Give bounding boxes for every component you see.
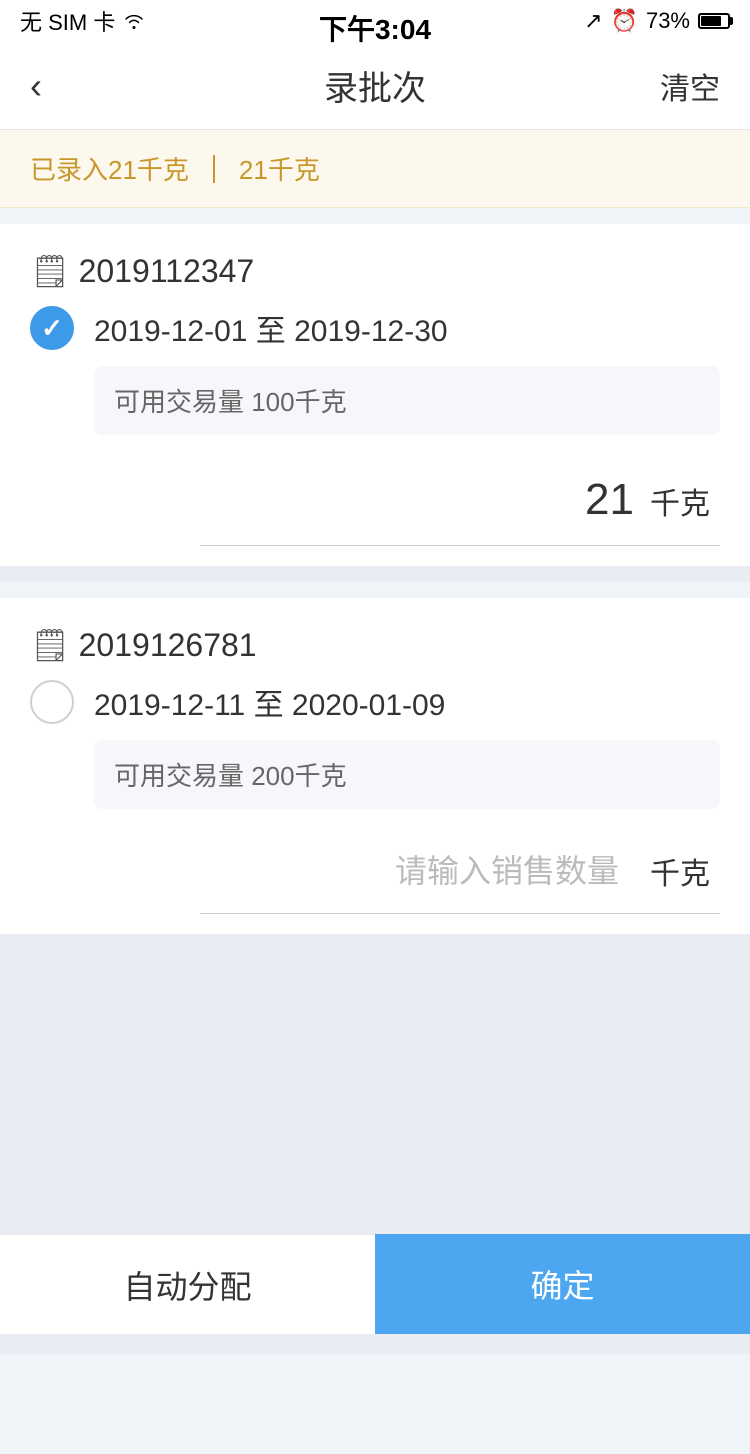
section-divider bbox=[0, 566, 750, 582]
wifi-icon bbox=[123, 13, 145, 29]
batch1-amount-unit: 千克 bbox=[650, 479, 710, 523]
clear-button[interactable]: 清空 bbox=[660, 64, 720, 108]
status-time: 下午3:04 bbox=[319, 8, 431, 48]
confirm-button[interactable]: 确定 bbox=[375, 1234, 750, 1334]
page-title: 录批次 bbox=[324, 61, 426, 110]
battery-percent: 73% bbox=[646, 8, 690, 34]
alarm-icon: ⏰ bbox=[611, 8, 638, 34]
batch1-header: 🗒 2019112347 bbox=[0, 224, 750, 306]
auto-distribute-button[interactable]: 自动分配 bbox=[0, 1234, 375, 1334]
doc-icon-1: 🗒 bbox=[30, 252, 71, 290]
recorded-amount-label: 已录入21千克 bbox=[30, 150, 189, 187]
status-left: 无 SIM 卡 bbox=[20, 5, 145, 37]
batch1-row[interactable]: 2019-12-01 至 2019-12-30 bbox=[0, 306, 750, 366]
batch1-amount-row: 21 千克 bbox=[0, 455, 750, 545]
batch2-date-range: 2019-12-11 至 2020-01-09 bbox=[94, 680, 445, 724]
batch2-row[interactable]: 2019-12-11 至 2020-01-09 bbox=[0, 680, 750, 740]
no-sim-label: 无 SIM 卡 bbox=[20, 5, 115, 37]
batch1-date-range: 2019-12-01 至 2019-12-30 bbox=[94, 306, 448, 350]
batch1-radio[interactable] bbox=[30, 306, 74, 350]
battery-icon bbox=[698, 13, 730, 29]
nav-bar: ‹ 录批次 清空 bbox=[0, 42, 750, 130]
doc-icon-2: 🗒 bbox=[30, 626, 71, 664]
batch2-unit: 千克 bbox=[650, 849, 710, 893]
batch2-input-row: 千克 bbox=[0, 829, 750, 913]
batch-card-2: 🗒 2019126781 2019-12-11 至 2020-01-09 可用交… bbox=[0, 598, 750, 934]
batch2-radio[interactable] bbox=[30, 680, 74, 724]
location-icon: ↗ bbox=[584, 8, 602, 34]
recorded-amount-value: 21千克 bbox=[239, 150, 320, 187]
batch-card-1: 🗒 2019112347 2019-12-01 至 2019-12-30 可用交… bbox=[0, 224, 750, 566]
batch1-id: 2019112347 bbox=[79, 253, 255, 290]
status-right: ↗ ⏰ 73% bbox=[584, 8, 730, 34]
bottom-bar: 自动分配 确定 bbox=[0, 1234, 750, 1334]
qty-input-2[interactable] bbox=[334, 853, 634, 890]
batch2-available-qty: 可用交易量 200千克 bbox=[94, 740, 720, 809]
batch2-id: 2019126781 bbox=[79, 627, 257, 664]
back-button[interactable]: ‹ bbox=[30, 65, 90, 107]
batch2-header: 🗒 2019126781 bbox=[0, 598, 750, 680]
status-bar: 无 SIM 卡 下午3:04 ↗ ⏰ 73% bbox=[0, 0, 750, 42]
info-banner: 已录入21千克 21千克 bbox=[0, 130, 750, 208]
info-divider bbox=[213, 155, 215, 183]
batch1-available-qty: 可用交易量 100千克 bbox=[94, 366, 720, 435]
batch1-amount-value: 21 bbox=[585, 475, 634, 525]
